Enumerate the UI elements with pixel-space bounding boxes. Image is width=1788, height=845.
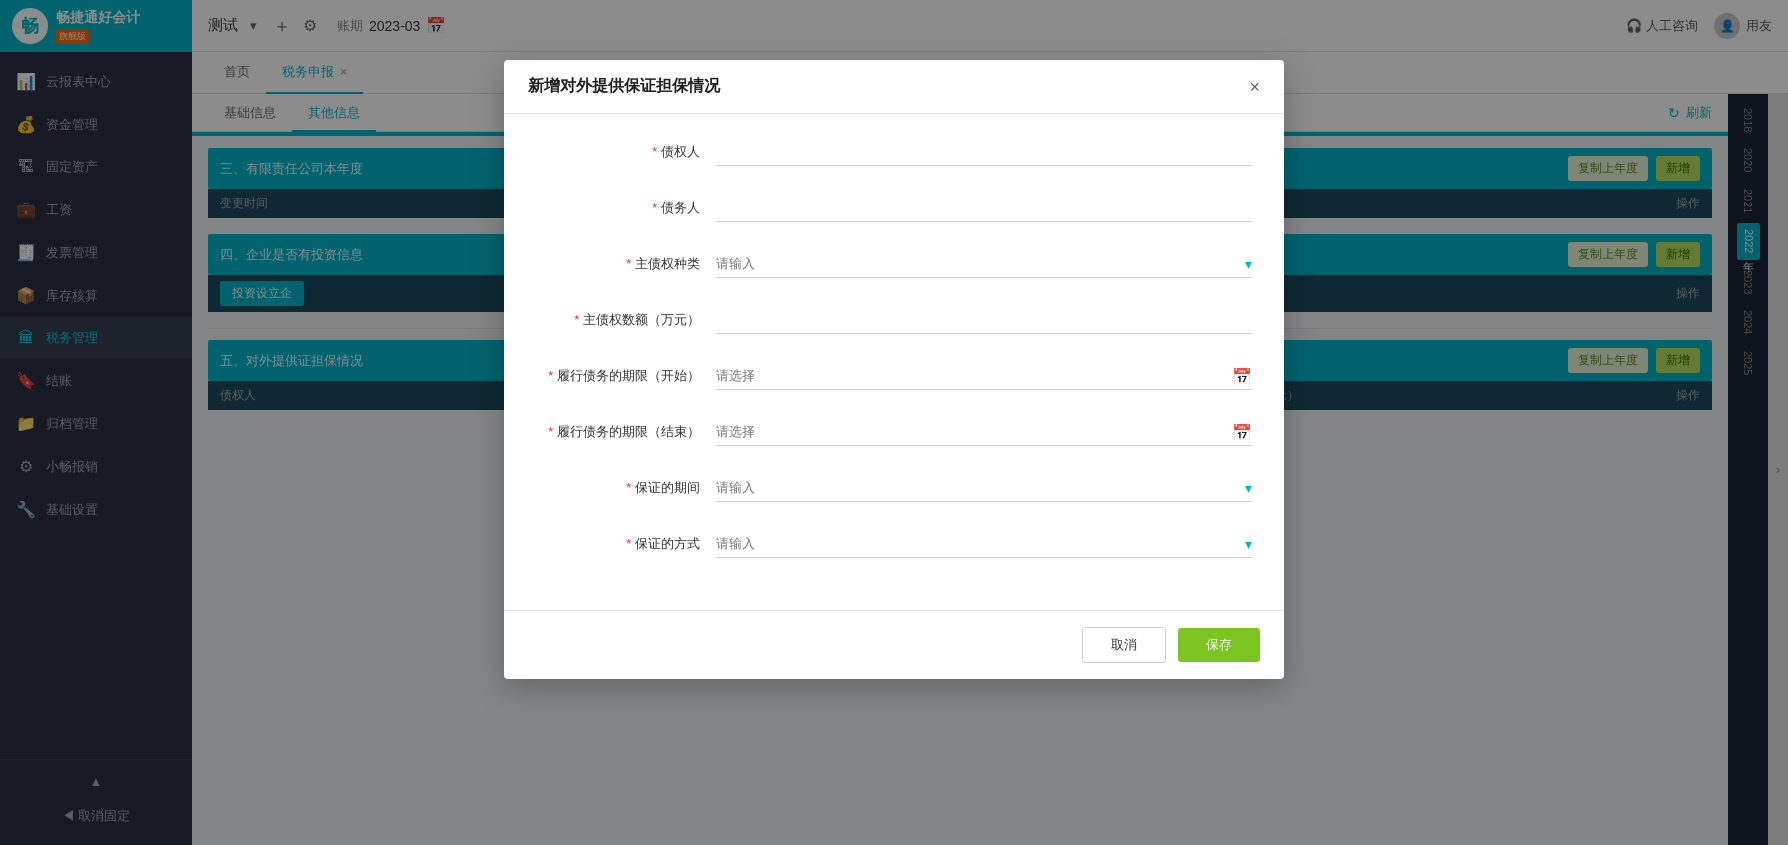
guarantee-period-field: ▾: [716, 474, 1252, 502]
claim-amount-label-text: 主债权数额（万元）: [583, 312, 700, 327]
form-row-debtor: * 债务人: [536, 194, 1252, 222]
debtor-field: [716, 194, 1252, 222]
debtor-input[interactable]: [716, 194, 1252, 222]
debt-start-label: * 履行债务的期限（开始）: [536, 367, 716, 385]
guarantee-method-label: * 保证的方式: [536, 535, 716, 553]
guarantee-method-label-text: 保证的方式: [635, 536, 700, 551]
claim-type-label: * 主债权种类: [536, 255, 716, 273]
creditor-label-text: 债权人: [661, 144, 700, 159]
claim-type-wrap: ▾: [716, 250, 1252, 278]
claim-amount-field: [716, 306, 1252, 334]
save-button[interactable]: 保存: [1178, 628, 1260, 662]
debt-start-wrap: 📅: [716, 362, 1252, 390]
guarantee-period-wrap: ▾: [716, 474, 1252, 502]
guarantee-method-wrap: ▾: [716, 530, 1252, 558]
creditor-label: * 债权人: [536, 143, 716, 161]
modal-close-btn[interactable]: ×: [1249, 78, 1260, 96]
required-star: *: [626, 256, 631, 271]
debtor-label-text: 债务人: [661, 200, 700, 215]
form-row-debt-start: * 履行债务的期限（开始） 📅: [536, 362, 1252, 390]
claim-amount-label: * 主债权数额（万元）: [536, 311, 716, 329]
debt-end-wrap: 📅: [716, 418, 1252, 446]
required-star: *: [548, 368, 553, 383]
form-row-creditor: * 债权人: [536, 138, 1252, 166]
modal-body: * 债权人 * 债务人: [504, 114, 1284, 610]
required-star: *: [652, 200, 657, 215]
debt-end-input[interactable]: [716, 418, 1252, 446]
creditor-field: [716, 138, 1252, 166]
modal-footer: 取消 保存: [504, 610, 1284, 679]
guarantee-period-label: * 保证的期间: [536, 479, 716, 497]
debt-start-input[interactable]: [716, 362, 1252, 390]
claim-amount-input[interactable]: [716, 306, 1252, 334]
required-star: *: [548, 424, 553, 439]
calendar-start-icon[interactable]: 📅: [1232, 367, 1252, 386]
debtor-label: * 债务人: [536, 199, 716, 217]
form-row-debt-end: * 履行债务的期限（结束） 📅: [536, 418, 1252, 446]
creditor-input[interactable]: [716, 138, 1252, 166]
required-star: *: [626, 480, 631, 495]
guarantee-period-input[interactable]: [716, 474, 1252, 502]
required-star: *: [574, 312, 579, 327]
claim-type-field: ▾: [716, 250, 1252, 278]
form-row-claim-amount: * 主债权数额（万元）: [536, 306, 1252, 334]
cancel-button[interactable]: 取消: [1082, 627, 1166, 663]
form-row-claim-type: * 主债权种类 ▾: [536, 250, 1252, 278]
modal-header: 新增对外提供保证担保情况 ×: [504, 60, 1284, 114]
form-row-guarantee-method: * 保证的方式 ▾: [536, 530, 1252, 558]
guarantee-period-label-text: 保证的期间: [635, 480, 700, 495]
modal-dialog: 新增对外提供保证担保情况 × * 债权人 *: [504, 60, 1284, 679]
claim-type-input[interactable]: [716, 250, 1252, 278]
guarantee-method-field: ▾: [716, 530, 1252, 558]
modal-title: 新增对外提供保证担保情况: [528, 76, 720, 97]
form-row-guarantee-period: * 保证的期间 ▾: [536, 474, 1252, 502]
debt-start-field: 📅: [716, 362, 1252, 390]
debt-end-label: * 履行债务的期限（结束）: [536, 423, 716, 441]
debt-end-label-text: 履行债务的期限（结束）: [557, 424, 700, 439]
calendar-end-icon[interactable]: 📅: [1232, 423, 1252, 442]
debt-start-label-text: 履行债务的期限（开始）: [557, 368, 700, 383]
modal-overlay: 新增对外提供保证担保情况 × * 债权人 *: [0, 0, 1788, 845]
claim-type-label-text: 主债权种类: [635, 256, 700, 271]
debt-end-field: 📅: [716, 418, 1252, 446]
required-star: *: [626, 536, 631, 551]
guarantee-method-input[interactable]: [716, 530, 1252, 558]
required-star: *: [652, 144, 657, 159]
